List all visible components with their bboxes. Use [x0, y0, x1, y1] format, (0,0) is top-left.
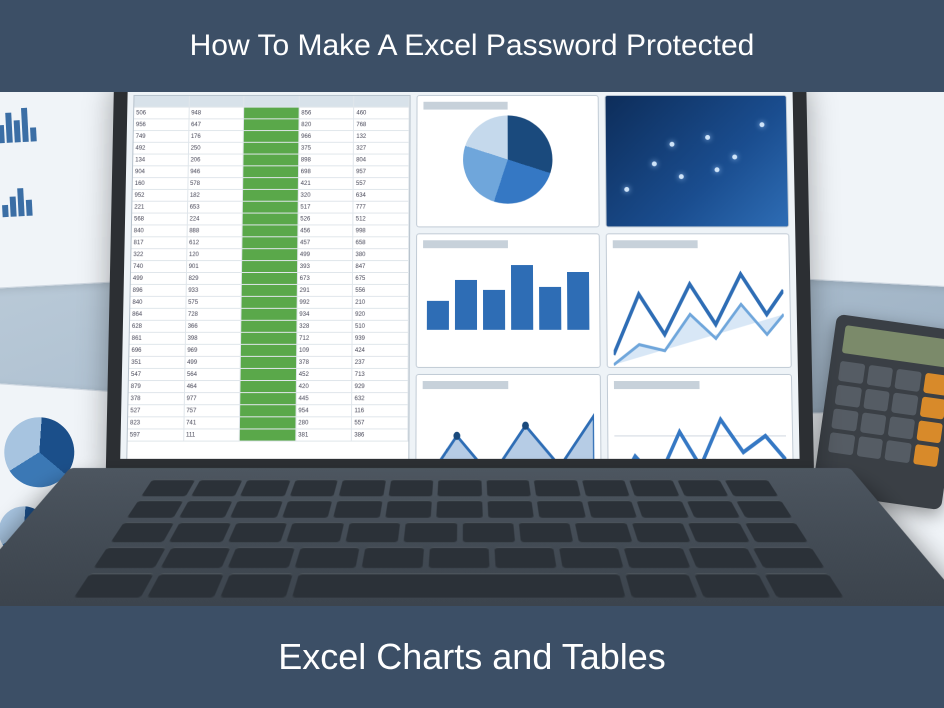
chart-card-area	[415, 374, 602, 459]
laptop-screen: /*rows generated below via JS*/ 50694885…	[120, 92, 799, 459]
scatter-chart-icon	[606, 96, 789, 226]
laptop-keyboard	[0, 468, 944, 606]
chart-card-line	[606, 233, 792, 368]
dashboard-panel	[415, 95, 794, 459]
chart-card-pie	[416, 95, 600, 227]
chart-card-line2	[607, 374, 795, 459]
calculator-display	[842, 325, 944, 368]
bar-chart-icon	[423, 254, 594, 334]
spreadsheet-panel: /*rows generated below via JS*/ 50694885…	[125, 95, 410, 459]
laptop: /*rows generated below via JS*/ 50694885…	[110, 92, 830, 602]
chart-card-scatter	[605, 95, 790, 227]
line-chart-icon	[613, 254, 785, 368]
area-chart-icon	[422, 395, 594, 459]
pie-chart-icon	[463, 115, 553, 203]
chart-card-bars	[416, 233, 601, 368]
bottom-title: Excel Charts and Tables	[278, 636, 666, 678]
top-title: How To Make A Excel Password Protected	[190, 29, 755, 63]
hero-illustration: /*rows generated below via JS*/ 50694885…	[0, 92, 944, 606]
laptop-screen-frame: /*rows generated below via JS*/ 50694885…	[106, 92, 814, 473]
bottom-banner: Excel Charts and Tables	[0, 606, 944, 708]
line-chart-icon	[614, 395, 787, 459]
top-banner: How To Make A Excel Password Protected	[0, 0, 944, 92]
